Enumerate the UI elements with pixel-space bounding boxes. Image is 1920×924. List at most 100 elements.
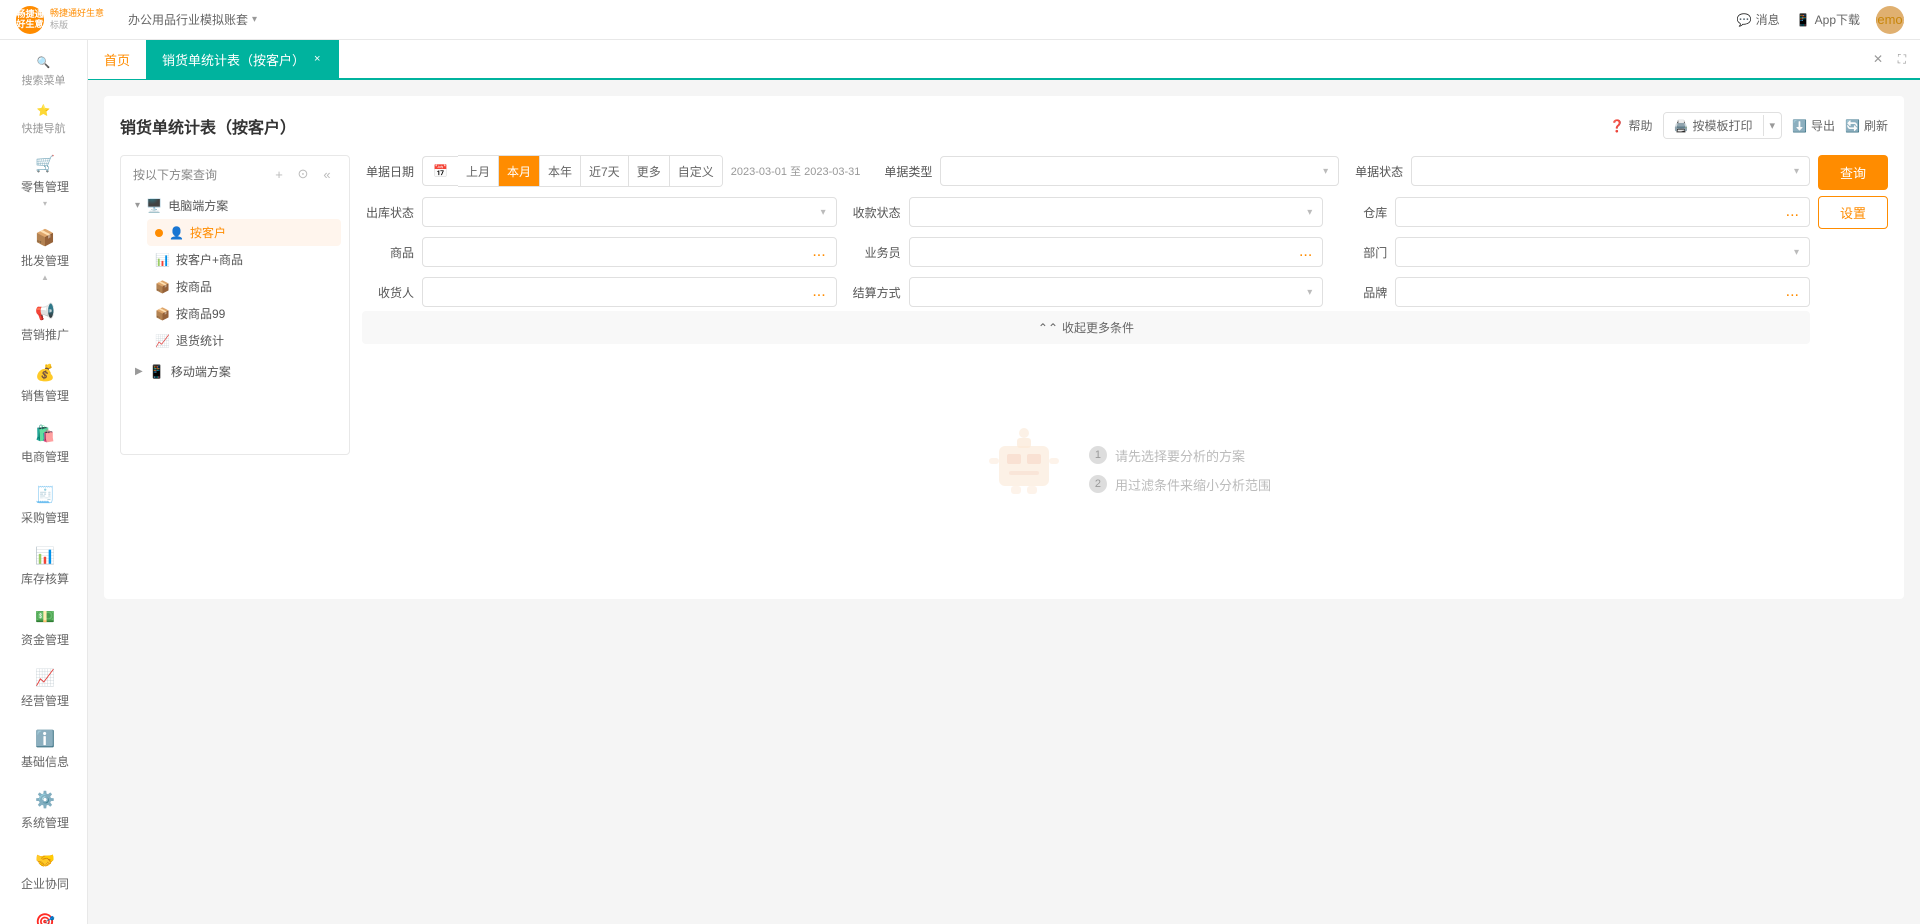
window-maximize-btn[interactable]: ⛶ [1892,49,1912,69]
date-7days-btn[interactable]: 近7天 [581,156,629,186]
brand-ellipsis[interactable]: ... [1786,283,1799,301]
receipt-status-select[interactable]: ▾ [909,197,1324,227]
message-icon: 💬 [1737,13,1752,27]
nav-retail[interactable]: 🛒 零售管理 ▾ [0,144,87,218]
scheme-panel: 按以下方案查询 + ⊙ « ▾ 🖥️ [120,155,350,455]
date-custom-btn[interactable]: 自定义 [670,156,722,186]
tabs-row: 首页 销货单统计表（按客户） × ✕ ⛶ [88,40,1920,80]
quick-nav-btn[interactable]: ⭐ 快捷导航 [0,96,87,144]
tab-window-btns: ✕ ⛶ [1860,49,1920,69]
print-icon: 🖨️ [1674,119,1689,133]
nav-system[interactable]: ⚙️ 系统管理 [0,780,87,841]
marketing-icon: 📢 [35,302,55,322]
nav-collab[interactable]: 🤝 企业协同 [0,841,87,902]
filter-row-3: 商品 ... 业务员 [362,237,1810,267]
template-print-group: 🖨️ 按模板打印 ▾ [1663,112,1783,139]
scheme-settings-btn[interactable]: ⊙ [293,164,313,184]
tab-sales-stats[interactable]: 销货单统计表（按客户） × [146,40,339,79]
finance-icon: 💵 [35,607,55,627]
scheme-mobile-group[interactable]: ▶ 📱 移动端方案 [129,358,341,385]
nav-marketing[interactable]: 📢 营销推广 [0,292,87,353]
scheme-item-by-goods-99[interactable]: 📦 按商品99 [147,300,341,327]
warehouse-ellipsis[interactable]: ... [1786,203,1799,221]
nav-purchase[interactable]: 🧾 采购管理 [0,475,87,536]
template-print-arrow[interactable]: ▾ [1763,115,1782,136]
scheme-icons: + ⊙ « [269,164,337,184]
date-month-btn[interactable]: 本月 [499,156,540,186]
scheme-collapse-btn[interactable]: « [317,164,337,184]
warehouse-filter: 仓库 ... [1335,197,1810,227]
logo-icon: 畅捷通好生意 [16,6,44,34]
refresh-icon: 🔄 [1845,119,1860,133]
salesman-ellipsis[interactable]: ... [1299,243,1312,261]
bill-status-arrow: ▾ [1794,166,1799,177]
window-close-btn[interactable]: ✕ [1868,49,1888,69]
right-main: 单据日期 📅 上月 本月 [362,155,1888,583]
receiver-select[interactable]: ... [422,277,837,307]
goods-ellipsis[interactable]: ... [812,243,825,261]
collapse-up-icon: ⌃⌃ [1038,321,1058,335]
date-more-btn[interactable]: 更多 [629,156,670,186]
help-icon: ❓ [1610,119,1625,133]
date-prev-month-btn[interactable]: 上月 [458,156,499,186]
nav-wholesale[interactable]: 📦 批发管理 ▲ [0,218,87,292]
hint-1-num: 1 [1089,446,1107,464]
scheme-item-by-customer-goods[interactable]: 📊 按客户+商品 [147,246,341,273]
retail-icon: 🛒 [35,154,55,174]
nav-sales[interactable]: 💰 销售管理 [0,353,87,414]
bill-status-select[interactable]: ▾ [1411,156,1810,186]
scheme-add-btn[interactable]: + [269,164,289,184]
refund-icon: 📈 [155,334,170,348]
collapse-btn[interactable]: ⌃⌃ 收起更多条件 [362,311,1810,344]
nav-ecommerce[interactable]: 🛍️ 电商管理 [0,414,87,475]
date-input[interactable]: 📅 [422,156,458,186]
settlement-select[interactable]: ▾ [909,277,1324,307]
nav-inventory[interactable]: 📊 库存核算 [0,536,87,597]
help-btn[interactable]: ❓ 帮助 [1610,117,1653,134]
page-head: 销货单统计表（按客户） ❓ 帮助 🖨️ 按模板打印 [120,112,1888,139]
export-btn[interactable]: ⬇️ 导出 [1792,117,1835,134]
receiver-filter: 收货人 ... [362,277,837,307]
user-avatar[interactable]: demo2 [1876,6,1904,34]
scheme-item-by-goods[interactable]: 📦 按商品 [147,273,341,300]
settlement-arrow: ▾ [1307,287,1312,298]
out-status-select[interactable]: ▾ [422,197,837,227]
date-year-btn[interactable]: 本年 [540,156,581,186]
app-title[interactable]: 办公用品行业模拟账套 ▾ [128,11,257,28]
refresh-btn[interactable]: 🔄 刷新 [1845,117,1888,134]
tab-home[interactable]: 首页 [88,40,146,79]
brand-select[interactable]: ... [1395,277,1810,307]
message-btn[interactable]: 💬 消息 [1737,11,1780,28]
search-menu-btn[interactable]: 🔍 搜索菜单 [0,48,87,96]
title-dropdown-arrow: ▾ [252,14,257,25]
nav-basic-info[interactable]: ℹ️ 基础信息 [0,719,87,780]
scheme-item-refund-stats[interactable]: 📈 退货统计 [147,327,341,354]
search-icon: 🔍 [37,56,51,69]
template-print-btn[interactable]: 🖨️ 按模板打印 [1664,113,1763,138]
nav-finance[interactable]: 💵 资金管理 [0,597,87,658]
warehouse-select[interactable]: ... [1395,197,1810,227]
star-icon: ⭐ [37,104,51,117]
scheme-header: 按以下方案查询 + ⊙ « [129,164,341,184]
query-btn[interactable]: 查询 [1818,155,1888,190]
wholesale-icon: 📦 [35,228,55,248]
salesman-select[interactable]: ... [909,237,1324,267]
dept-select[interactable]: ▾ [1395,237,1810,267]
empty-state: 1 请先选择要分析的方案 2 用过滤条件来缩小分析范围 [362,356,1888,583]
nav-guide[interactable]: 🎯 新手引导 [0,902,87,924]
filter-row-1: 单据日期 📅 上月 本月 [362,155,1810,187]
goods-select[interactable]: ... [422,237,837,267]
scheme-desktop-group[interactable]: ▾ 🖥️ 电脑端方案 [129,192,341,219]
tab-close-btn[interactable]: × [311,52,323,66]
app-download-btn[interactable]: 📱 App下载 [1796,11,1860,28]
bill-type-select[interactable]: ▾ [940,156,1339,186]
receiver-ellipsis[interactable]: ... [812,283,825,301]
collab-icon: 🤝 [35,851,55,871]
scheme-desktop-children: 👤 按客户 📊 按客户+商品 📦 按商品 [129,219,341,354]
goods-filter: 商品 ... [362,237,837,267]
inventory-icon: 📊 [35,546,55,566]
avatar-label: demo2 [1876,12,1904,27]
scheme-item-by-customer[interactable]: 👤 按客户 [147,219,341,246]
set-btn[interactable]: 设置 [1818,196,1888,229]
nav-operation[interactable]: 📈 经营管理 [0,658,87,719]
